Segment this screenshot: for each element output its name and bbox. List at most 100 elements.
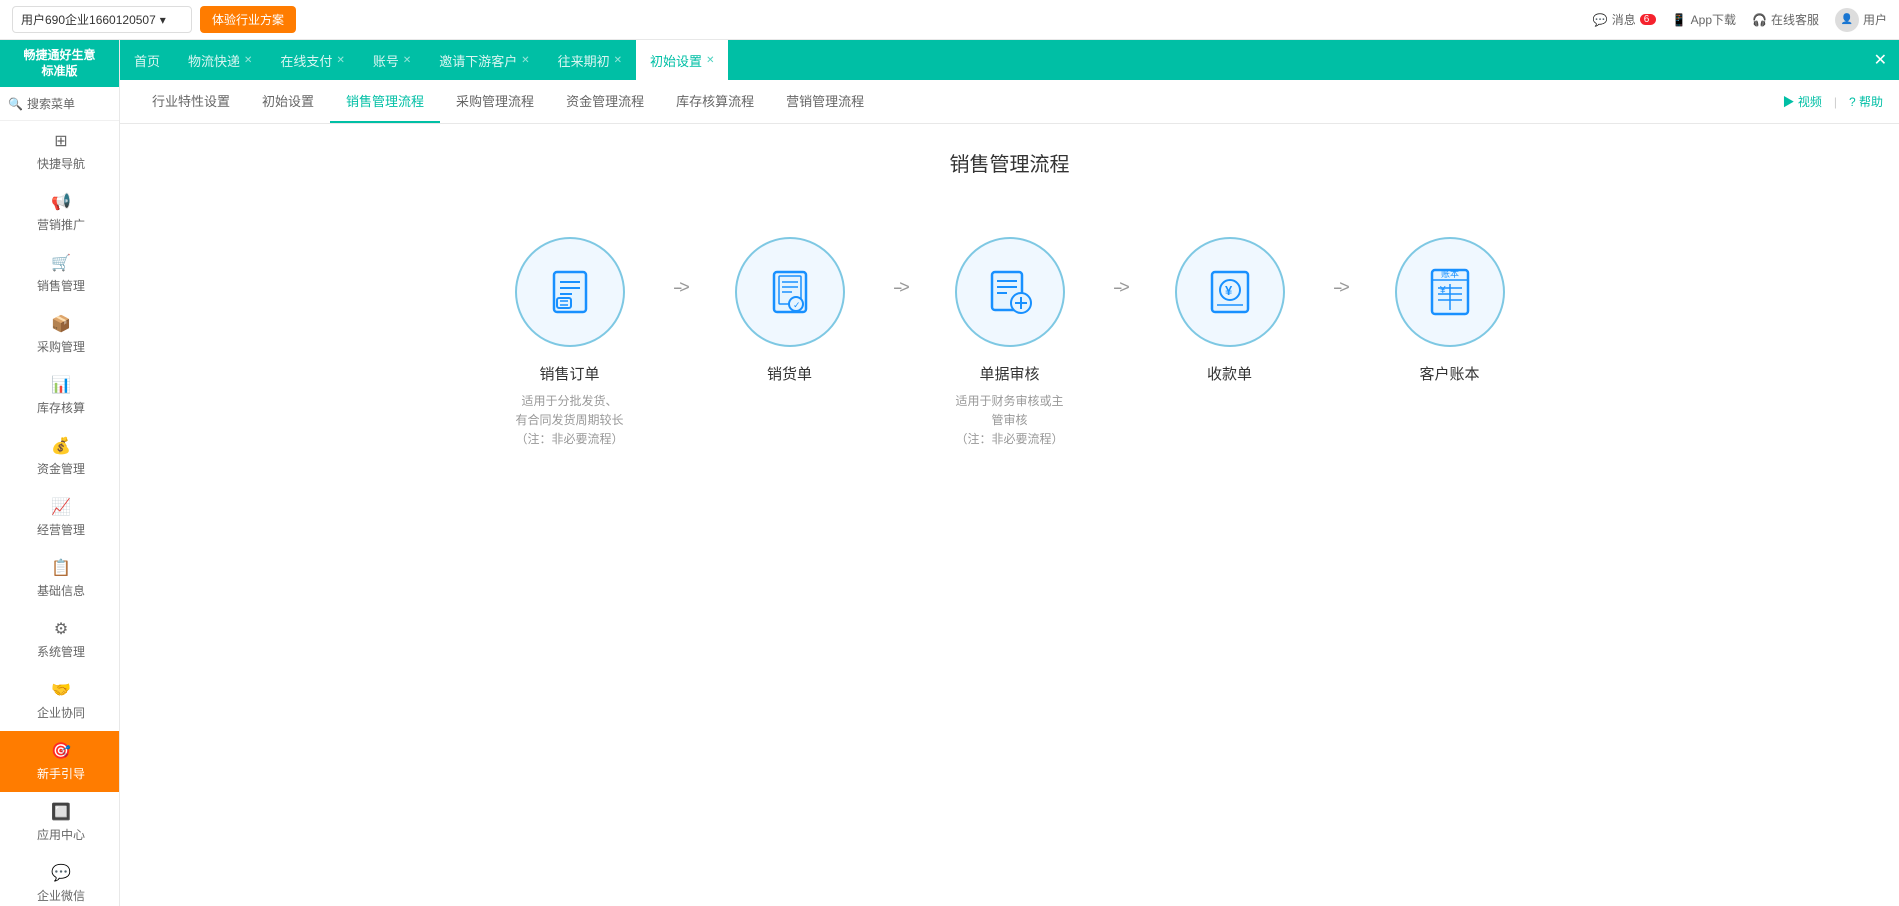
flow-circle-sales-invoice[interactable]: ✓ (735, 237, 845, 347)
sub-tabs: 行业特性设置 初始设置 销售管理流程 采购管理流程 资金管理流程 库存核算流程 … (120, 80, 1899, 124)
page-content: 销售管理流程 (120, 124, 1899, 906)
nav-tab-payment-close[interactable]: ✕ (336, 55, 344, 66)
basic-info-label: 基础信息 (37, 582, 85, 599)
nav-tab-period-init[interactable]: 往来期初 ✕ (544, 40, 636, 80)
sales-invoice-label: 销货单 (767, 363, 812, 384)
nav-tab-account-close[interactable]: ✕ (403, 55, 411, 66)
flow-circle-sales-order[interactable] (515, 237, 625, 347)
sales-icon: 🛒 (51, 253, 71, 273)
nav-tab-init-settings[interactable]: 初始设置 ✕ (636, 40, 728, 80)
nav-tab-logistics[interactable]: 物流快递 ✕ (174, 40, 266, 80)
sidebar-item-quick-nav[interactable]: ⊞ 快捷导航 (0, 121, 119, 182)
online-service-btn[interactable]: 🎧 在线客服 (1752, 11, 1819, 28)
wechat-label: 企业微信 (37, 887, 85, 904)
ops-icon: 📈 (51, 497, 71, 517)
search-icon: 🔍 (8, 97, 23, 111)
sub-tab-industry-settings-label: 行业特性设置 (152, 91, 230, 110)
sidebar: 畅捷通好生意 标准版 🔍 搜索菜单 ⊞ 快捷导航 📢 营销推广 🛒 销售管理 📦… (0, 40, 120, 906)
nav-tabs-close-btn[interactable]: ✕ (1862, 50, 1899, 70)
sub-tab-init-settings-label: 初始设置 (262, 91, 314, 110)
nav-tab-account[interactable]: 账号 ✕ (359, 40, 425, 80)
flow-arrow-3: - - > (1090, 277, 1150, 298)
nav-tab-payment[interactable]: 在线支付 ✕ (266, 40, 358, 80)
sidebar-item-marketing-promo[interactable]: 📢 营销推广 (0, 182, 119, 243)
sub-tab-inventory-flow[interactable]: 库存核算流程 (660, 80, 770, 123)
video-btn[interactable]: ▶ 视频 (1782, 93, 1821, 110)
sys-icon: ⚙ (54, 619, 68, 639)
receipt-icon: ¥ (1204, 266, 1256, 318)
sub-tab-marketing-flow[interactable]: 营销管理流程 (770, 80, 880, 123)
flow-step-receipt: ¥ 收款单 (1150, 237, 1310, 392)
sub-tab-marketing-flow-label: 营销管理流程 (786, 91, 864, 110)
finance-icon: 💰 (51, 436, 71, 456)
top-bar-left: 用户690企业1660120507 ▾ 体验行业方案 (12, 6, 296, 33)
sidebar-item-ops-mgmt[interactable]: 📈 经营管理 (0, 487, 119, 548)
sub-tab-purchase-flow[interactable]: 采购管理流程 (440, 80, 550, 123)
flow-circle-doc-review[interactable] (955, 237, 1065, 347)
ops-label: 经营管理 (37, 521, 85, 538)
nav-tab-init-settings-close[interactable]: ✕ (706, 55, 714, 66)
purchase-label: 采购管理 (37, 338, 85, 355)
avatar: 👤 (1835, 8, 1859, 32)
nav-tab-account-label: 账号 (373, 51, 399, 70)
sub-tab-init-settings[interactable]: 初始设置 (246, 80, 330, 123)
nav-tab-logistics-close[interactable]: ✕ (244, 55, 252, 66)
guide-label: 新手引导 (37, 765, 85, 782)
sys-label: 系统管理 (37, 643, 85, 660)
sidebar-item-app-center[interactable]: 🔲 应用中心 (0, 792, 119, 853)
flow-circle-customer-ledger[interactable]: 账本 ¥ (1395, 237, 1505, 347)
wechat-icon: 💬 (51, 863, 71, 883)
nav-tab-init-settings-label: 初始设置 (650, 51, 702, 70)
sidebar-search[interactable]: 🔍 搜索菜单 (0, 87, 119, 121)
headset-icon: 🎧 (1752, 13, 1767, 27)
app-center-label: 应用中心 (37, 826, 85, 843)
sidebar-item-purchase-mgmt[interactable]: 📦 采购管理 (0, 304, 119, 365)
sub-tab-capital-flow-label: 资金管理流程 (566, 91, 644, 110)
sidebar-item-enterprise-wechat[interactable]: 💬 企业微信 (0, 853, 119, 906)
flow-arrow-1: - - > (650, 277, 710, 298)
nav-tab-home-label: 首页 (134, 51, 160, 70)
sidebar-item-finance-mgmt[interactable]: 💰 资金管理 (0, 426, 119, 487)
sub-tab-sales-flow-label: 销售管理流程 (346, 91, 424, 110)
user-selector[interactable]: 用户690企业1660120507 ▾ (12, 6, 192, 33)
sub-tab-capital-flow[interactable]: 资金管理流程 (550, 80, 660, 123)
try-industry-btn[interactable]: 体验行业方案 (200, 6, 296, 33)
sales-invoice-icon: ✓ (764, 266, 816, 318)
dropdown-icon: ▾ (160, 13, 166, 27)
app-download-label: App下载 (1691, 11, 1736, 28)
sub-tab-industry-settings[interactable]: 行业特性设置 (136, 80, 246, 123)
flow-arrow-4: - - > (1310, 277, 1370, 298)
svg-text:¥: ¥ (1439, 285, 1446, 296)
logo-text: 畅捷通好生意 标准版 (23, 48, 95, 79)
messages-btn[interactable]: 💬 消息 6 (1593, 11, 1656, 28)
sidebar-item-basic-info[interactable]: 📋 基础信息 (0, 548, 119, 609)
play-icon: ▶ (1782, 95, 1794, 109)
sidebar-item-sales-mgmt[interactable]: 🛒 销售管理 (0, 243, 119, 304)
user-info[interactable]: 👤 用户 (1835, 8, 1887, 32)
guide-icon: 🎯 (51, 741, 71, 761)
flow-circle-receipt[interactable]: ¥ (1175, 237, 1285, 347)
sales-order-desc: 适用于分批发货、有合同发货周期较长（注：非必要流程） (515, 392, 623, 450)
sub-tabs-right: ▶ 视频 | ? 帮助 (1782, 93, 1883, 110)
help-btn[interactable]: ? 帮助 (1849, 93, 1883, 110)
nav-tab-invite[interactable]: 邀请下游客户 ✕ (425, 40, 543, 80)
sidebar-item-sys-mgmt[interactable]: ⚙ 系统管理 (0, 609, 119, 670)
nav-tab-period-init-close[interactable]: ✕ (614, 55, 622, 66)
nav-tab-home[interactable]: 首页 (120, 40, 174, 80)
sub-tab-sales-flow[interactable]: 销售管理流程 (330, 80, 440, 123)
sidebar-item-enterprise-collab[interactable]: 🤝 企业协同 (0, 670, 119, 731)
nav-tab-invite-label: 邀请下游客户 (439, 51, 517, 70)
message-icon: 💬 (1593, 13, 1608, 27)
user-label: 用户690企业1660120507 (21, 11, 156, 28)
nav-tab-invite-close[interactable]: ✕ (521, 55, 529, 66)
app-center-icon: 🔲 (51, 802, 71, 822)
app-download-btn[interactable]: 📱 App下载 (1672, 11, 1736, 28)
sidebar-item-new-guide[interactable]: 🎯 新手引导 (0, 731, 119, 792)
sidebar-logo: 畅捷通好生意 标准版 (0, 40, 119, 87)
doc-review-label: 单据审核 (979, 363, 1039, 384)
sidebar-item-inventory[interactable]: 📊 库存核算 (0, 365, 119, 426)
page-title: 销售管理流程 (144, 148, 1875, 177)
doc-review-desc: 适用于财务审核或主管审核（注：非必要流程） (955, 392, 1063, 450)
flow-step-sales-order: 销售订单 适用于分批发货、有合同发货周期较长（注：非必要流程） (490, 237, 650, 450)
collab-icon: 🤝 (51, 680, 71, 700)
